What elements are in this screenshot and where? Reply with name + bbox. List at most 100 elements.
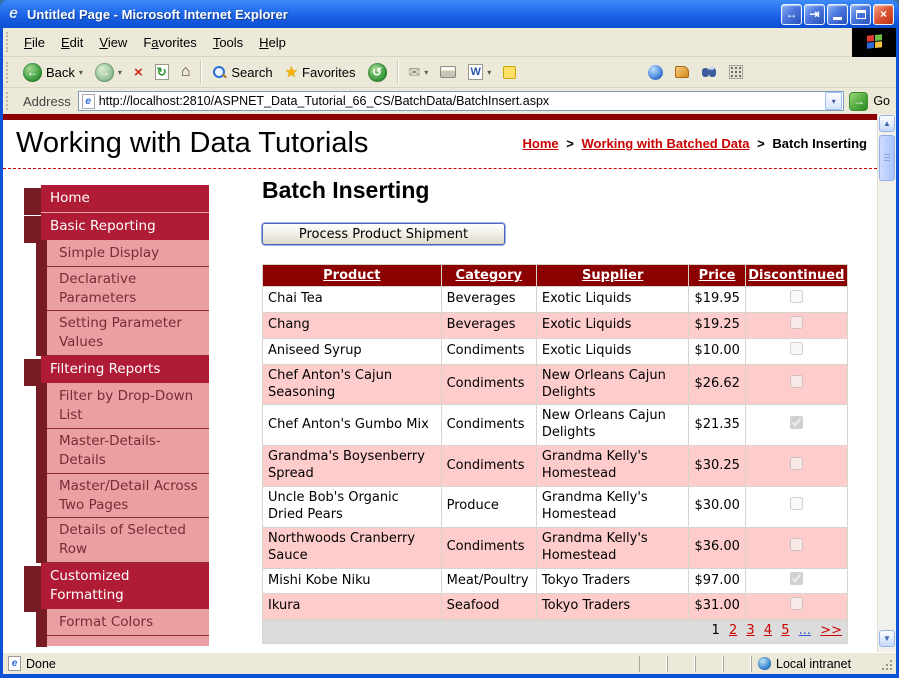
sidebar-item-simple-display[interactable]: Simple Display [47,241,209,267]
process-product-shipment-button[interactable]: Process Product Shipment [262,223,505,245]
mail-icon: ✉ [409,64,421,81]
pager-page-4-link[interactable]: 4 [764,623,772,638]
cell-discontinued [745,405,847,446]
cell-product: Chef Anton's Cajun Seasoning [263,364,442,405]
cell-discontinued [745,594,847,620]
pager-page-2-link[interactable]: 2 [729,623,737,638]
vertical-scrollbar[interactable]: ▲ ▼ [877,114,896,652]
mail-button[interactable]: ✉ ▾ [404,62,434,83]
sidebar-item-master-details-details[interactable]: Master-Details-Details [47,429,209,474]
pager-page-5-link[interactable]: 5 [781,623,789,638]
cell-category: Seafood [441,594,536,620]
print-button[interactable] [435,64,461,80]
close-button[interactable]: × [873,4,894,25]
statusbar: e Done Local intranet [3,652,896,674]
sort-price-header[interactable]: Price [689,265,745,287]
pop-out-button[interactable]: ⇥ [804,4,825,25]
favorites-button[interactable]: ★ Favorites [280,61,361,83]
word-dropdown-icon: ▾ [487,68,491,77]
sidebar-item-master-detail-across-two-pages[interactable]: Master/Detail Across Two Pages [47,474,209,519]
menu-favorites[interactable]: Favorites [135,31,204,54]
sidebar-item-home[interactable]: Home [41,185,209,213]
toolbar-grip[interactable] [6,62,12,83]
cell-discontinued [745,527,847,568]
research-icon [675,66,689,78]
cell-category: Condiments [441,364,536,405]
status-pane [667,656,695,672]
sort-category-header[interactable]: Category [441,265,536,287]
breadcrumb-home-link[interactable]: Home [523,136,559,151]
sidebar-item-format-colors[interactable]: Format Colors [47,610,209,636]
refresh-icon: ↻ [155,64,169,80]
cell-price: $19.25 [689,312,745,338]
sidebar-item-customized-formatting[interactable]: Customized Formatting [41,563,209,610]
go-label[interactable]: Go [873,94,892,108]
binoculars-icon [701,66,717,78]
toolbar-grip[interactable] [6,32,12,52]
maximize-button[interactable] [850,4,871,25]
address-input[interactable]: e http://localhost:2810/ASPNET_Data_Tuto… [78,91,845,111]
table-row: Aniseed Syrup Condiments Exotic Liquids … [263,338,848,364]
minimize-button[interactable] [827,4,848,25]
sidebar-item-declarative-parameters[interactable]: Declarative Parameters [47,267,209,312]
cell-price: $31.00 [689,594,745,620]
cell-price: $30.00 [689,487,745,528]
history-button[interactable]: ↺ [363,61,392,84]
search-button[interactable]: Search [207,63,277,82]
menu-file[interactable]: File [16,31,53,54]
search-icon [212,65,227,80]
status-pane [639,656,667,672]
snippet-tool-button[interactable] [724,63,748,81]
discontinued-checkbox [790,538,803,551]
breadcrumb-section-link[interactable]: Working with Batched Data [581,136,749,151]
sort-supplier-header[interactable]: Supplier [536,265,689,287]
home-icon: ⌂ [181,63,191,81]
table-row: Mishi Kobe Niku Meat/Poultry Tokyo Trade… [263,568,848,594]
forward-button[interactable]: → ▾ [90,61,127,84]
menu-edit[interactable]: Edit [53,31,91,54]
horizontal-resize-button[interactable]: ↔ [781,4,802,25]
discontinued-checkbox [790,597,803,610]
menu-view[interactable]: View [91,31,135,54]
cell-category: Produce [441,487,536,528]
scrollbar-thumb[interactable] [879,135,895,181]
back-button[interactable]: ← Back ▾ [18,61,88,84]
pager-ellipsis-link[interactable]: ... [799,623,811,638]
cell-category: Beverages [441,312,536,338]
sidebar-item-basic-reporting[interactable]: Basic Reporting [41,213,209,241]
edit-with-word-button[interactable]: W ▾ [463,62,496,82]
go-button[interactable]: → [849,92,868,111]
refresh-button[interactable]: ↻ [150,62,174,82]
toolbar-grip[interactable] [6,92,12,110]
resize-grip[interactable] [879,656,894,672]
pixel-grid-icon [729,65,743,79]
stop-button[interactable]: × [129,62,148,83]
cell-price: $36.00 [689,527,745,568]
messenger-button[interactable] [643,63,668,82]
cell-product: Uncle Bob's Organic Dried Pears [263,487,442,528]
cell-category: Condiments [441,405,536,446]
minimize-icon [833,17,842,20]
sidebar-item-details-of-selected-row[interactable]: Details of Selected Row [47,518,209,563]
cell-category: Condiments [441,338,536,364]
sidebar-item-setting-parameter-values[interactable]: Setting Parameter Values [47,311,209,356]
home-button[interactable]: ⌂ [176,61,196,83]
pager-next-link[interactable]: >> [820,623,842,638]
menu-tools[interactable]: Tools [205,31,251,54]
research-button[interactable] [670,64,694,80]
address-dropdown-button[interactable]: ▾ [825,92,842,110]
discuss-button[interactable] [498,64,521,81]
cell-product: Ikura [263,594,442,620]
scroll-down-button[interactable]: ▼ [879,630,895,647]
discontinued-checkbox [790,316,803,329]
sidebar-item-filtering-reports[interactable]: Filtering Reports [41,356,209,384]
scroll-up-button[interactable]: ▲ [879,115,895,132]
pager-page-3-link[interactable]: 3 [746,623,754,638]
menu-help[interactable]: Help [251,31,294,54]
sidebar-item-filter-by-drop-down-list[interactable]: Filter by Drop-Down List [47,384,209,429]
find-button[interactable] [696,64,722,80]
sort-product-header[interactable]: Product [263,265,442,287]
cell-supplier: Tokyo Traders [536,568,689,594]
sort-discontinued-header[interactable]: Discontinued [745,265,847,287]
table-row: Northwoods Cranberry Sauce Condiments Gr… [263,527,848,568]
